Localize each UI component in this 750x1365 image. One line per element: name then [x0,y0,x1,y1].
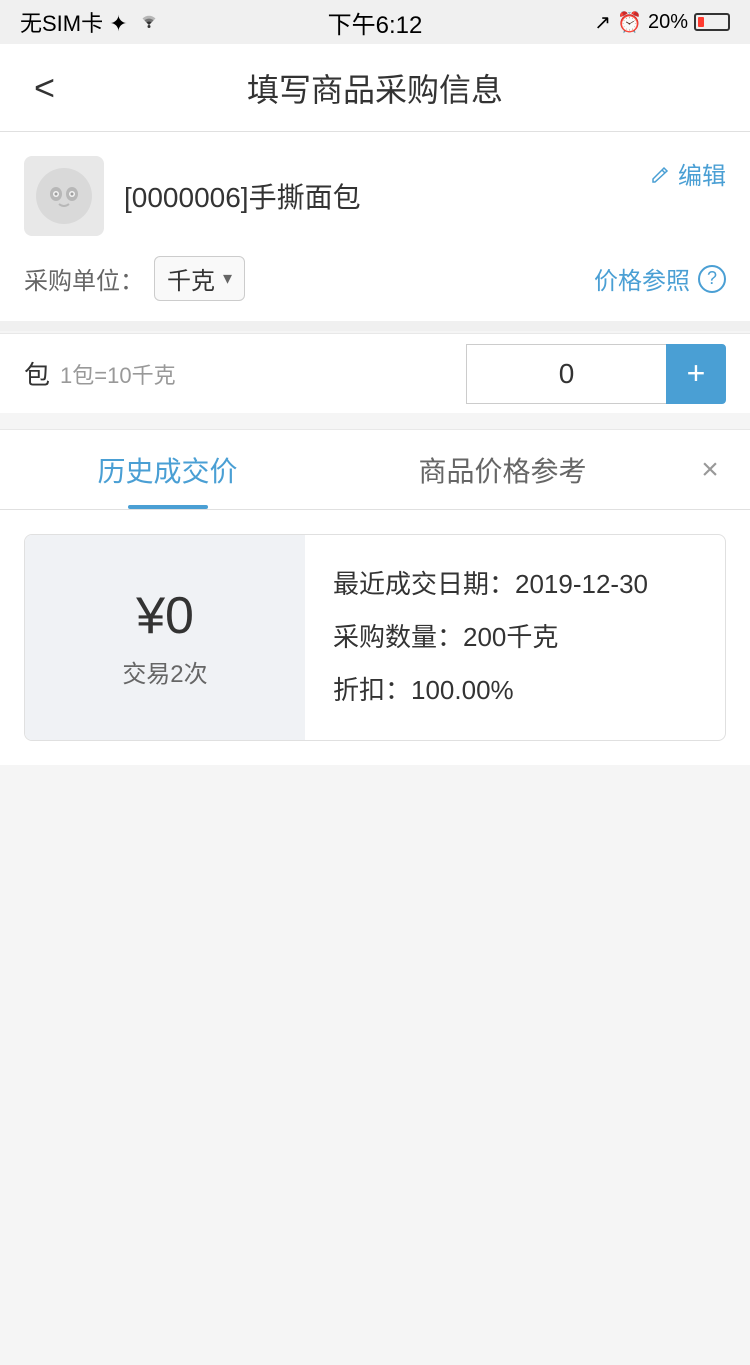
transaction-count: 交易2次 [122,654,207,689]
quantity-unit-label: 包 [24,355,50,392]
price-card-right: 最近成交日期：2019-12-30 采购数量：200千克 折扣：100.00% [305,535,725,740]
price-currency: ¥ [136,587,165,645]
discount-label: 折扣： [333,675,411,705]
price-ref-label: 价格参照 [594,261,690,296]
discount-value: 100.00% [411,675,514,705]
quantity-plus-button[interactable]: + [666,344,726,404]
price-card-left: ¥0 交易2次 [25,535,305,740]
bottom-space [0,765,750,1365]
product-header: [0000006]手撕面包 编辑 [24,156,726,236]
price-card: ¥0 交易2次 最近成交日期：2019-12-30 采购数量：200千克 折扣：… [24,534,726,741]
discount-row: 折扣：100.00% [333,671,697,710]
price-value: 0 [165,587,194,645]
purchase-qty-value: 200千克 [463,622,558,652]
chevron-down-icon: ▾ [223,268,232,289]
product-name: [0000006]手撕面包 [124,176,361,216]
location-icon: ↗ [594,10,611,35]
quantity-conversion-label: 1包=10千克 [60,358,176,390]
battery-percent: 20% [648,11,688,34]
status-right: ↗ ⏰ 20% [594,10,730,35]
product-thumbnail [24,156,104,236]
status-left: 无SIM卡 ✦ [20,6,162,38]
unit-value: 千克 [167,261,215,296]
price-amount: ¥0 [136,586,194,646]
purchase-qty-row: 采购数量：200千克 [333,618,697,657]
product-left: [0000006]手撕面包 [24,156,361,236]
tabs-header: 历史成交价 商品价格参考 × [0,430,750,510]
status-bar: 无SIM卡 ✦ 下午6:12 ↗ ⏰ 20% [0,0,750,44]
recent-date-row: 最近成交日期：2019-12-30 [333,565,697,604]
product-section: [0000006]手撕面包 编辑 采购单位： 千克 ▾ 价格参照 ? [0,132,750,321]
edit-button[interactable]: 编辑 [650,156,726,191]
back-button[interactable]: < [24,57,65,119]
product-image [34,166,94,226]
carrier-text: 无SIM卡 ✦ [20,6,128,38]
nav-bar: < 填写商品采购信息 [0,44,750,132]
page-title: 填写商品采购信息 [247,65,503,111]
quantity-section: 包 1包=10千克 + [0,333,750,413]
recent-date-label: 最近成交日期： [333,569,515,599]
recent-date-value: 2019-12-30 [515,569,648,599]
product-unit-row: 采购单位： 千克 ▾ 价格参照 ? [24,256,726,301]
edit-icon [650,163,672,185]
unit-select[interactable]: 千克 ▾ [154,256,245,301]
tab-close-button[interactable]: × [670,453,750,487]
wifi-icon [136,9,162,35]
purchase-qty-label: 采购数量： [333,622,463,652]
separator-1 [0,321,750,331]
tab-history-price[interactable]: 历史成交价 [0,430,335,509]
quantity-input[interactable] [466,344,666,404]
battery-icon [694,13,730,31]
alarm-icon: ⏰ [617,10,642,35]
status-time: 下午6:12 [328,5,423,40]
help-icon: ? [698,265,726,293]
tabs-section: 历史成交价 商品价格参考 × ¥0 交易2次 最近成交日期：2019-12-30… [0,429,750,765]
tab-product-price-ref[interactable]: 商品价格参考 [335,430,670,509]
price-ref-button[interactable]: 价格参照 ? [594,261,726,296]
quantity-input-group: + [466,344,726,404]
price-card-container: ¥0 交易2次 最近成交日期：2019-12-30 采购数量：200千克 折扣：… [0,510,750,765]
unit-label: 采购单位： [24,261,144,296]
